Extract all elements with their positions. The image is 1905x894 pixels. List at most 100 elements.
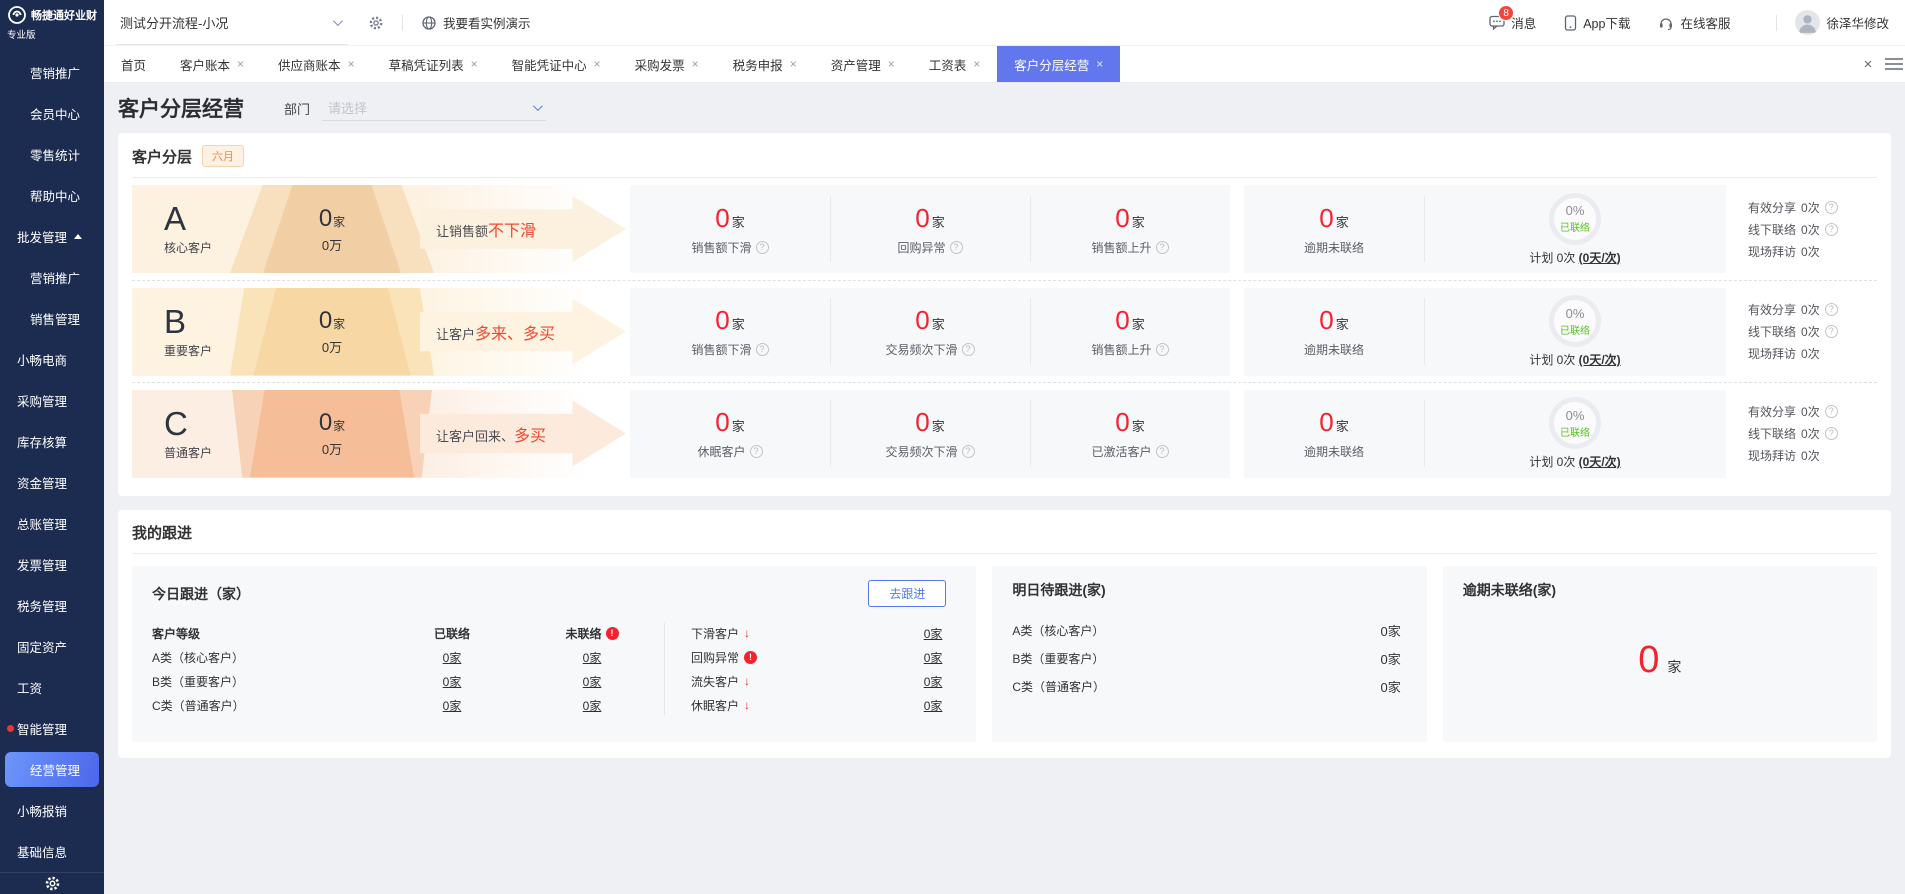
segment-row: A 核心客户 0家 0万 让销售额不下滑 0 家 销售额下滑 ? 0 家 回购异… xyxy=(132,178,1877,280)
sidebar-item[interactable]: 发票管理 xyxy=(0,544,104,585)
support-button[interactable]: 在线客服 xyxy=(1658,13,1730,32)
sidebar-item-label: 智能管理 xyxy=(17,723,68,737)
help-icon[interactable] xyxy=(1155,343,1169,356)
tab[interactable]: 首页 xyxy=(104,46,163,82)
alert-value-link[interactable]: 0家 xyxy=(924,625,943,642)
stat: 0家 交易频次下滑 xyxy=(830,288,1030,376)
level-label: B类（重要客户） xyxy=(1012,651,1105,666)
contacted-value-link[interactable]: 0家 xyxy=(443,699,462,713)
segmentation-card: 客户分层 六月 A 核心客户 0家 0万 让销售额不下滑 0 家 销售额下滑 ?… xyxy=(118,133,1891,496)
workspace-selector[interactable]: 测试分开流程-小况 xyxy=(116,0,348,45)
messages-button[interactable]: 消息 8 xyxy=(1489,5,1536,32)
tab-close-icon[interactable] xyxy=(790,58,797,70)
app-download-button[interactable]: App下载 xyxy=(1564,13,1630,32)
sidebar-item[interactable]: 固定资产 xyxy=(0,626,104,667)
alert-value-link[interactable]: 0家 xyxy=(924,649,943,666)
today-alert-list: 下滑客户 0家 回购异常 xyxy=(691,621,956,717)
sidebar-item-label: 会员中心 xyxy=(30,108,81,122)
uncontacted-value-link[interactable]: 0家 xyxy=(583,651,602,665)
app-logo[interactable]: 畅捷通好业财 专业版 xyxy=(0,0,104,44)
page-header: 客户分层经营 部门 请选择 xyxy=(104,83,1905,133)
uncontacted-value-link[interactable]: 0家 xyxy=(583,675,602,689)
help-icon[interactable] xyxy=(1824,200,1838,214)
alert-value-link[interactable]: 0家 xyxy=(924,697,943,714)
tab-list-menu-icon[interactable] xyxy=(1885,55,1903,73)
close-all-tabs-icon[interactable] xyxy=(1851,56,1885,73)
tab[interactable]: 资产管理 xyxy=(814,46,912,82)
sidebar-item[interactable]: 小畅电商 xyxy=(0,339,104,380)
help-icon[interactable] xyxy=(1824,222,1838,236)
contacted-value-link[interactable]: 0家 xyxy=(443,675,462,689)
help-icon[interactable] xyxy=(1824,303,1838,316)
tab-close-icon[interactable] xyxy=(237,58,244,70)
today-followup-panel: 今日跟进（家） 去跟进 客户等级 已联络 未联络 ! A类（核心客户） 0家 0… xyxy=(132,566,977,742)
tab[interactable]: 客户账本 xyxy=(163,46,261,82)
stat-label: 交易频次下滑 xyxy=(885,445,958,459)
go-followup-button[interactable]: 去跟进 xyxy=(868,580,947,607)
sidebar-item[interactable]: 税务管理 xyxy=(0,585,104,626)
sidebar-item[interactable]: 库存核算 xyxy=(0,421,104,462)
help-icon[interactable] xyxy=(1155,445,1169,458)
tab[interactable]: 工资表 xyxy=(912,46,998,82)
sidebar-item[interactable]: 营销推广 xyxy=(0,257,104,298)
extra-stat-value: 0次 xyxy=(1801,200,1820,215)
uncontacted-value-link[interactable]: 0家 xyxy=(583,699,602,713)
sidebar-item[interactable]: 小畅报销 xyxy=(0,790,104,831)
sidebar-item[interactable]: 智能管理 xyxy=(0,708,104,749)
contact-gauge: 0% 已联络 计划 0次 (0天/次) xyxy=(1424,185,1726,273)
help-icon[interactable] xyxy=(1155,240,1169,254)
extra-stat-value: 0次 xyxy=(1801,449,1820,463)
tab[interactable]: 客户分层经营 xyxy=(997,46,1121,82)
tab-close-icon[interactable] xyxy=(471,58,478,70)
help-icon[interactable] xyxy=(949,240,963,254)
sidebar-item[interactable]: 会员中心 xyxy=(0,93,104,134)
tab-close-icon[interactable] xyxy=(594,58,601,70)
contacted-value-link[interactable]: 0家 xyxy=(443,651,462,665)
help-icon[interactable] xyxy=(755,343,769,356)
tab-close-icon[interactable] xyxy=(1096,58,1103,70)
sidebar-item[interactable]: 经营管理 xyxy=(5,752,99,787)
sidebar-item[interactable]: 资金管理 xyxy=(0,462,104,503)
sidebar-settings-button[interactable] xyxy=(0,872,104,894)
brand-edition: 专业版 xyxy=(7,30,36,41)
level-label: C类（普通客户） xyxy=(1012,679,1106,694)
sidebar-item[interactable]: 营销推广 xyxy=(0,52,104,93)
plan-link[interactable]: (0天/次) xyxy=(1579,455,1621,469)
tab[interactable]: 智能凭证中心 xyxy=(495,46,618,82)
plan-link[interactable]: (0天/次) xyxy=(1579,251,1621,265)
help-icon[interactable] xyxy=(755,240,769,254)
tab-close-icon[interactable] xyxy=(692,58,699,70)
help-icon[interactable] xyxy=(1824,405,1838,418)
alert-row: 休眠客户 0家 xyxy=(691,693,956,717)
department-select[interactable]: 请选择 xyxy=(322,95,547,121)
sidebar-item[interactable]: 销售管理 xyxy=(0,298,104,339)
tab[interactable]: 税务申报 xyxy=(716,46,814,82)
alert-value-link[interactable]: 0家 xyxy=(924,673,943,690)
help-icon[interactable] xyxy=(1824,325,1838,338)
sidebar-item[interactable]: 基础信息 xyxy=(0,831,104,872)
sidebar-item[interactable]: 采购管理 xyxy=(0,380,104,421)
demo-link[interactable]: 我要看实例演示 xyxy=(421,13,531,32)
tab-close-icon[interactable] xyxy=(348,58,355,70)
tab[interactable]: 草稿凭证列表 xyxy=(372,46,495,82)
user-menu[interactable]: 徐泽华修改 xyxy=(1795,10,1889,35)
settings-button[interactable] xyxy=(368,15,384,31)
help-icon[interactable] xyxy=(961,343,975,356)
extra-stat-label: 现场拜访 xyxy=(1748,244,1797,259)
sidebar-item[interactable]: 零售统计 xyxy=(0,134,104,175)
followup-card: 我的跟进 今日跟进（家） 去跟进 客户等级 已联络 未联络 ! A类（核心客户）… xyxy=(118,510,1891,758)
sidebar-item[interactable]: 总账管理 xyxy=(0,503,104,544)
tab-close-icon[interactable] xyxy=(973,58,980,70)
help-icon[interactable] xyxy=(1824,427,1838,440)
tab[interactable]: 采购发票 xyxy=(618,46,716,82)
plan-link[interactable]: (0天/次) xyxy=(1579,353,1621,367)
sidebar-item[interactable]: 帮助中心 xyxy=(0,175,104,216)
sidebar-item[interactable]: 批发管理 xyxy=(0,216,104,257)
help-icon[interactable] xyxy=(749,445,763,458)
sidebar-item[interactable]: 工资 xyxy=(0,667,104,708)
tab[interactable]: 供应商账本 xyxy=(261,46,372,82)
tab-close-icon[interactable] xyxy=(888,58,895,70)
sidebar-item-label: 小畅报销 xyxy=(17,805,68,819)
sidebar-item-label: 营销推广 xyxy=(30,67,81,81)
help-icon[interactable] xyxy=(961,445,975,458)
